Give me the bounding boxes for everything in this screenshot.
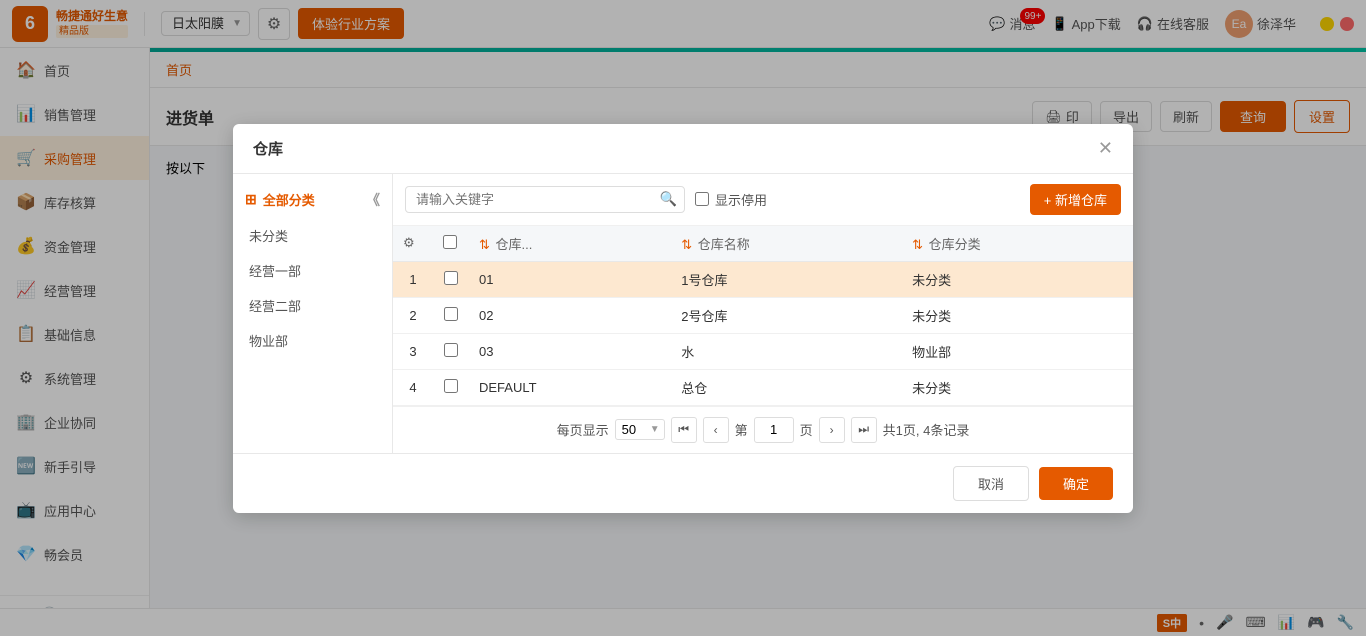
grid-icon: ⊞ bbox=[245, 191, 257, 208]
table-row[interactable]: 4 DEFAULT 总仓 未分类 bbox=[393, 369, 1133, 405]
collapse-button[interactable]: 《 bbox=[366, 190, 380, 210]
modal-overlay[interactable]: 仓库 ✕ ⊞ 全部分类 《 未分类 经营一部 经营二部 物业部 bbox=[0, 0, 1366, 636]
name-sort-icon: ⇅ bbox=[681, 237, 692, 252]
category-item-dept2[interactable]: 经营二部 bbox=[233, 288, 392, 323]
td-seq-4: 4 bbox=[393, 369, 433, 405]
add-warehouse-button[interactable]: + 新增仓库 bbox=[1030, 184, 1121, 215]
td-check-3[interactable] bbox=[433, 333, 469, 369]
td-category-1: 未分类 bbox=[902, 261, 1133, 297]
page-label: 第 bbox=[735, 420, 748, 439]
category-panel: ⊞ 全部分类 《 未分类 经营一部 经营二部 物业部 bbox=[233, 174, 393, 453]
warehouse-search-input[interactable] bbox=[405, 186, 685, 213]
cancel-button[interactable]: 取消 bbox=[953, 466, 1029, 501]
table-header-row: ⚙ ⇅ 仓库... ⇅ bbox=[393, 226, 1133, 262]
per-page-select[interactable]: 50 10 20 100 bbox=[615, 419, 665, 440]
last-page-button[interactable]: ⏭ bbox=[851, 417, 877, 443]
td-name-3: 水 bbox=[671, 333, 902, 369]
row-checkbox-4[interactable] bbox=[444, 379, 458, 393]
th-code: ⇅ 仓库... bbox=[469, 226, 671, 262]
td-seq-2: 2 bbox=[393, 297, 433, 333]
page-unit: 页 bbox=[800, 420, 813, 439]
th-code-label: 仓库... bbox=[496, 237, 533, 252]
row-checkbox-3[interactable] bbox=[444, 343, 458, 357]
modal-pagination: 每页显示 50 10 20 100 ▼ ⏮ ‹ 第 页 bbox=[393, 406, 1133, 453]
table-body: 1 01 1号仓库 未分类 2 bbox=[393, 261, 1133, 405]
td-code-1: 01 bbox=[469, 261, 671, 297]
category-item-uncategorized[interactable]: 未分类 bbox=[233, 218, 392, 253]
warehouse-table: ⚙ ⇅ 仓库... ⇅ bbox=[393, 226, 1133, 406]
confirm-button[interactable]: 确定 bbox=[1039, 467, 1113, 500]
td-name-4: 总仓 bbox=[671, 369, 902, 405]
table-header: ⚙ ⇅ 仓库... ⇅ bbox=[393, 226, 1133, 262]
category-sort-icon: ⇅ bbox=[912, 237, 923, 252]
search-icon[interactable]: 🔍 bbox=[660, 191, 677, 208]
select-all-checkbox[interactable] bbox=[443, 235, 457, 249]
td-name-2: 2号仓库 bbox=[671, 297, 902, 333]
modal-title: 仓库 bbox=[253, 138, 283, 159]
table-gear-icon[interactable]: ⚙ bbox=[403, 235, 415, 250]
show-disabled-checkbox[interactable] bbox=[695, 192, 709, 206]
table-row[interactable]: 3 03 水 物业部 bbox=[393, 333, 1133, 369]
show-disabled-text: 显示停用 bbox=[715, 190, 767, 209]
category-item-property[interactable]: 物业部 bbox=[233, 323, 392, 358]
next-page-button[interactable]: › bbox=[819, 417, 845, 443]
first-page-button[interactable]: ⏮ bbox=[671, 417, 697, 443]
td-code-2: 02 bbox=[469, 297, 671, 333]
warehouse-modal: 仓库 ✕ ⊞ 全部分类 《 未分类 经营一部 经营二部 物业部 bbox=[233, 124, 1133, 513]
table-scroll-area: ⚙ ⇅ 仓库... ⇅ bbox=[393, 226, 1133, 406]
th-category: ⇅ 仓库分类 bbox=[902, 226, 1133, 262]
th-name: ⇅ 仓库名称 bbox=[671, 226, 902, 262]
td-check-1[interactable] bbox=[433, 261, 469, 297]
per-page-label: 每页显示 bbox=[557, 420, 609, 439]
data-panel: 🔍 显示停用 + 新增仓库 ⚙ bbox=[393, 174, 1133, 453]
row-checkbox-1[interactable] bbox=[444, 271, 458, 285]
table-row[interactable]: 2 02 2号仓库 未分类 bbox=[393, 297, 1133, 333]
td-category-4: 未分类 bbox=[902, 369, 1133, 405]
td-check-4[interactable] bbox=[433, 369, 469, 405]
prev-page-button[interactable]: ‹ bbox=[703, 417, 729, 443]
code-sort-icon: ⇅ bbox=[479, 237, 490, 252]
row-checkbox-2[interactable] bbox=[444, 307, 458, 321]
table-row[interactable]: 1 01 1号仓库 未分类 bbox=[393, 261, 1133, 297]
category-all-label: 全部分类 bbox=[263, 190, 315, 209]
category-item-dept1[interactable]: 经营一部 bbox=[233, 253, 392, 288]
show-disabled-label[interactable]: 显示停用 bbox=[695, 190, 767, 209]
modal-footer: 取消 确定 bbox=[233, 453, 1133, 513]
td-check-2[interactable] bbox=[433, 297, 469, 333]
th-name-label: 仓库名称 bbox=[698, 237, 750, 252]
page-number-input[interactable] bbox=[754, 417, 794, 443]
total-info: 共1页, 4条记录 bbox=[883, 420, 970, 439]
td-category-3: 物业部 bbox=[902, 333, 1133, 369]
td-category-2: 未分类 bbox=[902, 297, 1133, 333]
th-category-label: 仓库分类 bbox=[929, 237, 981, 252]
per-page-select-wrap: 50 10 20 100 ▼ bbox=[615, 419, 665, 440]
td-name-1: 1号仓库 bbox=[671, 261, 902, 297]
td-code-4: DEFAULT bbox=[469, 369, 671, 405]
modal-body: ⊞ 全部分类 《 未分类 经营一部 经营二部 物业部 🔍 bbox=[233, 174, 1133, 453]
category-all-header[interactable]: ⊞ 全部分类 《 bbox=[233, 182, 392, 218]
search-input-wrap: 🔍 bbox=[405, 186, 685, 213]
td-code-3: 03 bbox=[469, 333, 671, 369]
modal-header: 仓库 ✕ bbox=[233, 124, 1133, 174]
th-check bbox=[433, 226, 469, 262]
td-seq-3: 3 bbox=[393, 333, 433, 369]
modal-search-bar: 🔍 显示停用 + 新增仓库 bbox=[393, 174, 1133, 226]
modal-close-button[interactable]: ✕ bbox=[1098, 139, 1113, 157]
th-gear: ⚙ bbox=[393, 226, 433, 262]
td-seq-1: 1 bbox=[393, 261, 433, 297]
